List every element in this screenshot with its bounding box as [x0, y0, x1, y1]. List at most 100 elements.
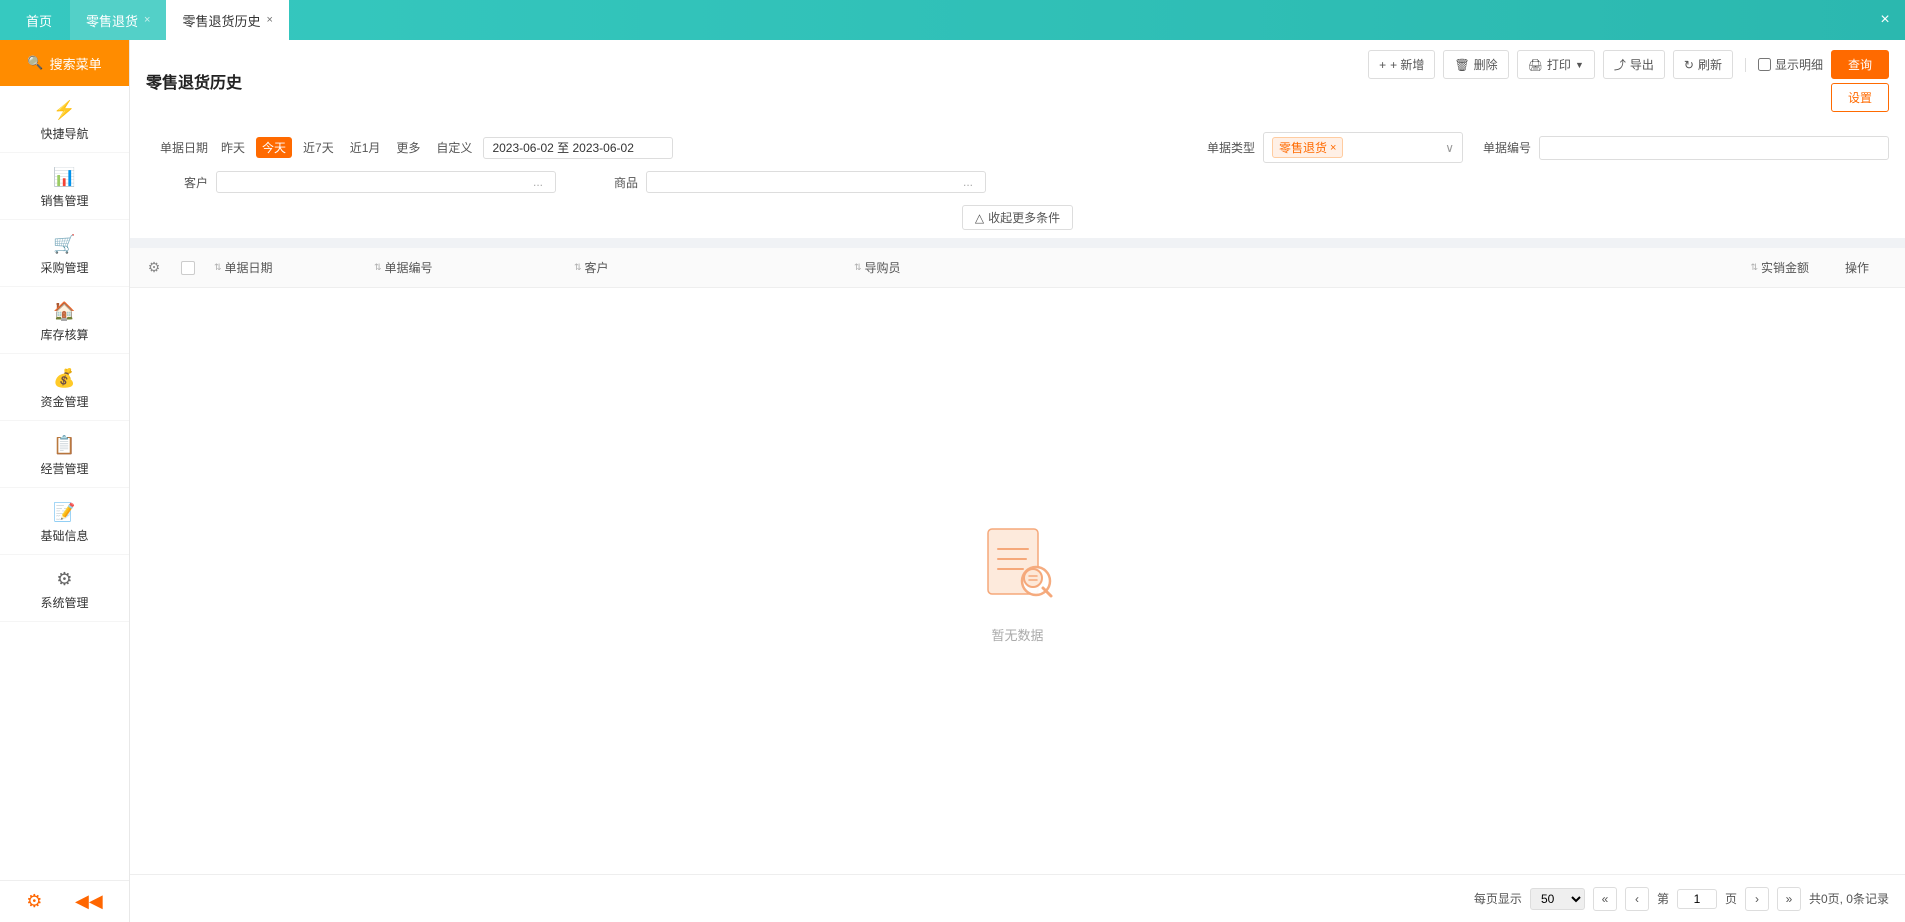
next-page-button[interactable]: ›	[1745, 887, 1769, 911]
system-icon: ⚙	[56, 569, 72, 590]
th-settings[interactable]: ⚙	[138, 259, 170, 276]
query-settings-group: 查询 设置	[1831, 50, 1889, 112]
refresh-button[interactable]: ↻ 刷新	[1673, 50, 1733, 79]
shortcut-today[interactable]: 今天	[256, 137, 292, 158]
date-filter-label: 单据日期	[146, 139, 216, 156]
toolbar-divider	[1745, 58, 1746, 72]
tab-home-label: 首页	[26, 11, 52, 30]
sidebar-item-quick-nav[interactable]: ⚡ 快捷导航	[0, 86, 129, 153]
sidebar-item-label: 资金管理	[40, 393, 88, 410]
sidebar-search[interactable]: 🔍 搜索菜单	[0, 40, 129, 86]
shortcut-more[interactable]: 更多	[391, 137, 425, 158]
sort-icon-sn: ⇅	[374, 262, 382, 273]
sidebar-item-operation[interactable]: 📋 经营管理	[0, 421, 129, 488]
select-all-checkbox[interactable]	[181, 261, 195, 275]
show-detail-checkbox-group[interactable]: 显示明细	[1758, 56, 1823, 73]
tab-retail-return-label: 零售退货	[86, 11, 138, 30]
th-sn[interactable]: ⇅ 单据编号	[366, 259, 566, 276]
sidebar-item-purchase-mgmt[interactable]: 🛒 采购管理	[0, 220, 129, 287]
collapse-button[interactable]: △ 收起更多条件	[962, 205, 1073, 230]
show-detail-checkbox[interactable]	[1758, 58, 1771, 71]
sidebar-item-system[interactable]: ⚙ 系统管理	[0, 555, 129, 622]
date-range-input[interactable]	[483, 137, 673, 159]
delete-button[interactable]: 🗑 删除	[1443, 50, 1508, 79]
per-page-select[interactable]: 50 10 20 100	[1530, 888, 1585, 910]
filter-date-group: 昨天 今天 近7天 近1月 更多 自定义	[216, 137, 1203, 159]
page-header: 零售退货历史 + + 新增 🗑 删除 🖨 打印	[130, 40, 1905, 238]
filter-settings-button[interactable]: 设置	[1831, 83, 1889, 112]
goods-ellipsis[interactable]: ...	[959, 175, 977, 189]
first-page-icon: «	[1602, 892, 1609, 906]
doc-number-input[interactable]	[1539, 136, 1889, 160]
th-customer[interactable]: ⇅ 客户	[566, 259, 846, 276]
basic-info-icon: 📝	[53, 502, 75, 523]
type-filter-select[interactable]: 零售退货 × ∨	[1263, 132, 1463, 163]
th-date-label: 单据日期	[225, 259, 273, 276]
refresh-icon: ↻	[1684, 58, 1694, 72]
type-tag-close[interactable]: ×	[1330, 142, 1336, 154]
print-label: 打印	[1547, 56, 1571, 73]
refresh-label: 刷新	[1698, 56, 1722, 73]
type-tag-label: 零售退货	[1279, 139, 1327, 156]
audio-bottom-icon[interactable]: ◀◀	[75, 891, 103, 912]
sort-icon-date: ⇅	[214, 262, 222, 273]
table-container: ⚙ ⇅ 单据日期 ⇅ 单据编号 ⇅ 客户 ⇅	[130, 248, 1905, 922]
sidebar-item-label: 基础信息	[40, 527, 88, 544]
tab-retail-return-history[interactable]: 零售退货历史 ×	[166, 0, 288, 40]
sidebar-item-finance[interactable]: 💰 资金管理	[0, 354, 129, 421]
th-date[interactable]: ⇅ 单据日期	[206, 259, 366, 276]
window-close-button[interactable]: ×	[1865, 0, 1905, 40]
customer-input[interactable]	[225, 175, 529, 189]
tab-home[interactable]: 首页	[10, 0, 68, 40]
pagination-bar: 每页显示 50 10 20 100 « ‹ 第 页 ›	[130, 874, 1905, 922]
print-dropdown-icon: ▼	[1575, 60, 1584, 70]
prev-page-icon: ‹	[1635, 892, 1639, 906]
sort-icon-guide: ⇅	[854, 262, 862, 273]
tab-retail-return-history-close[interactable]: ×	[266, 14, 272, 26]
show-detail-label-text: 显示明细	[1775, 56, 1823, 73]
shortcut-1month[interactable]: 近1月	[345, 137, 386, 158]
sort-icon-customer: ⇅	[574, 262, 582, 273]
search-icon: 🔍	[27, 55, 43, 71]
query-button[interactable]: 查询	[1831, 50, 1889, 79]
sidebar-item-inventory[interactable]: 🏠 库存核算	[0, 287, 129, 354]
sidebar-item-sales-mgmt[interactable]: 📊 销售管理	[0, 153, 129, 220]
tab-retail-return-history-label: 零售退货历史	[182, 11, 260, 30]
shortcut-custom[interactable]: 自定义	[431, 137, 477, 158]
customer-ellipsis[interactable]: ...	[529, 175, 547, 189]
filter-row-2: 客户 ... 商品 ...	[146, 171, 1889, 193]
page-number-input[interactable]	[1677, 889, 1717, 909]
th-guide[interactable]: ⇅ 导购员	[846, 259, 1006, 276]
th-action: 操作	[1817, 259, 1897, 276]
prev-page-button[interactable]: ‹	[1625, 887, 1649, 911]
tab-retail-return-close[interactable]: ×	[144, 14, 150, 26]
sort-icon-amount: ⇅	[1750, 262, 1758, 273]
filter-area: 单据日期 昨天 今天 近7天 近1月 更多 自定义 单据类型	[146, 122, 1889, 238]
delete-icon: 🗑	[1454, 58, 1469, 72]
settings-gear-icon[interactable]: ⚙	[148, 259, 161, 276]
sales-icon: 📊	[53, 167, 75, 188]
sidebar-item-basic-info[interactable]: 📝 基础信息	[0, 488, 129, 555]
last-page-button[interactable]: »	[1777, 887, 1801, 911]
add-label: + 新增	[1390, 56, 1424, 73]
shortcut-7days[interactable]: 近7天	[298, 137, 339, 158]
export-button[interactable]: ⤴ 导出	[1603, 50, 1665, 79]
query-label: 查询	[1848, 56, 1872, 73]
print-button[interactable]: 🖨 打印 ▼	[1517, 50, 1595, 79]
collapse-icon: △	[975, 211, 984, 225]
first-page-button[interactable]: «	[1593, 887, 1617, 911]
add-button[interactable]: + + 新增	[1368, 50, 1435, 79]
th-amount-label: 实销金额	[1761, 259, 1809, 276]
sidebar-item-label: 快捷导航	[40, 125, 88, 142]
goods-input[interactable]	[655, 175, 959, 189]
sidebar-item-label: 销售管理	[40, 192, 88, 209]
settings-bottom-icon[interactable]: ⚙	[26, 891, 42, 912]
page-title: 零售退货历史	[146, 69, 242, 93]
th-customer-label: 客户	[585, 259, 609, 276]
tab-retail-return[interactable]: 零售退货 ×	[70, 0, 166, 40]
shortcut-yesterday[interactable]: 昨天	[216, 137, 250, 158]
th-amount[interactable]: ⇅ 实销金额	[1006, 259, 1817, 276]
main-layout: 🔍 搜索菜单 ⚡ 快捷导航 📊 销售管理 🛒 采购管理 🏠 库存核算 💰 资金管…	[0, 40, 1905, 922]
sidebar-item-label: 采购管理	[40, 259, 88, 276]
th-checkbox[interactable]	[170, 261, 206, 275]
